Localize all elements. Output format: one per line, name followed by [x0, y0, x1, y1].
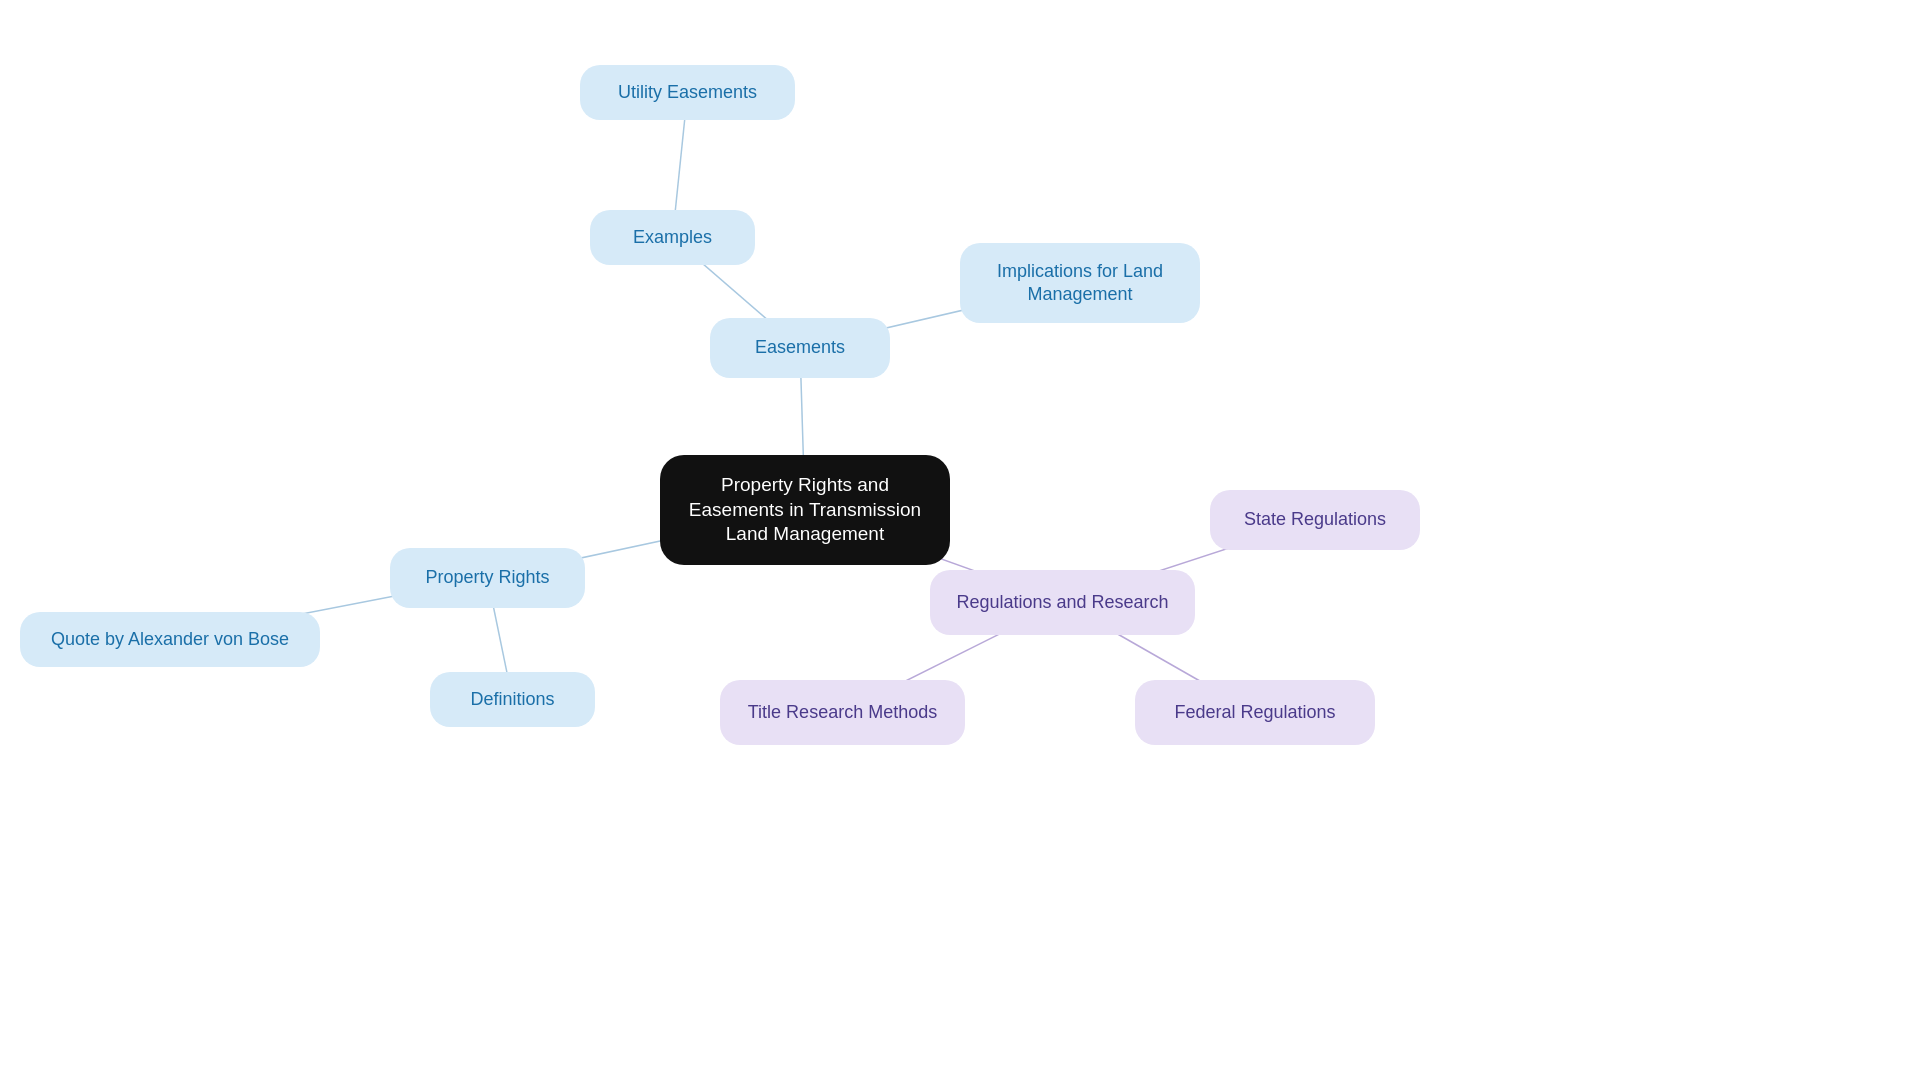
examples-node[interactable]: Examples — [590, 210, 755, 265]
federal-regulations-node[interactable]: Federal Regulations — [1135, 680, 1375, 745]
implications-node[interactable]: Implications for Land Management — [960, 243, 1200, 323]
state-regulations-node[interactable]: State Regulations — [1210, 490, 1420, 550]
utility-easements-node[interactable]: Utility Easements — [580, 65, 795, 120]
quote-node[interactable]: Quote by Alexander von Bose — [20, 612, 320, 667]
title-research-node[interactable]: Title Research Methods — [720, 680, 965, 745]
easements-node[interactable]: Easements — [710, 318, 890, 378]
center-node[interactable]: Property Rights and Easements in Transmi… — [660, 455, 950, 565]
definitions-node[interactable]: Definitions — [430, 672, 595, 727]
property-rights-node[interactable]: Property Rights — [390, 548, 585, 608]
regulations-node[interactable]: Regulations and Research — [930, 570, 1195, 635]
